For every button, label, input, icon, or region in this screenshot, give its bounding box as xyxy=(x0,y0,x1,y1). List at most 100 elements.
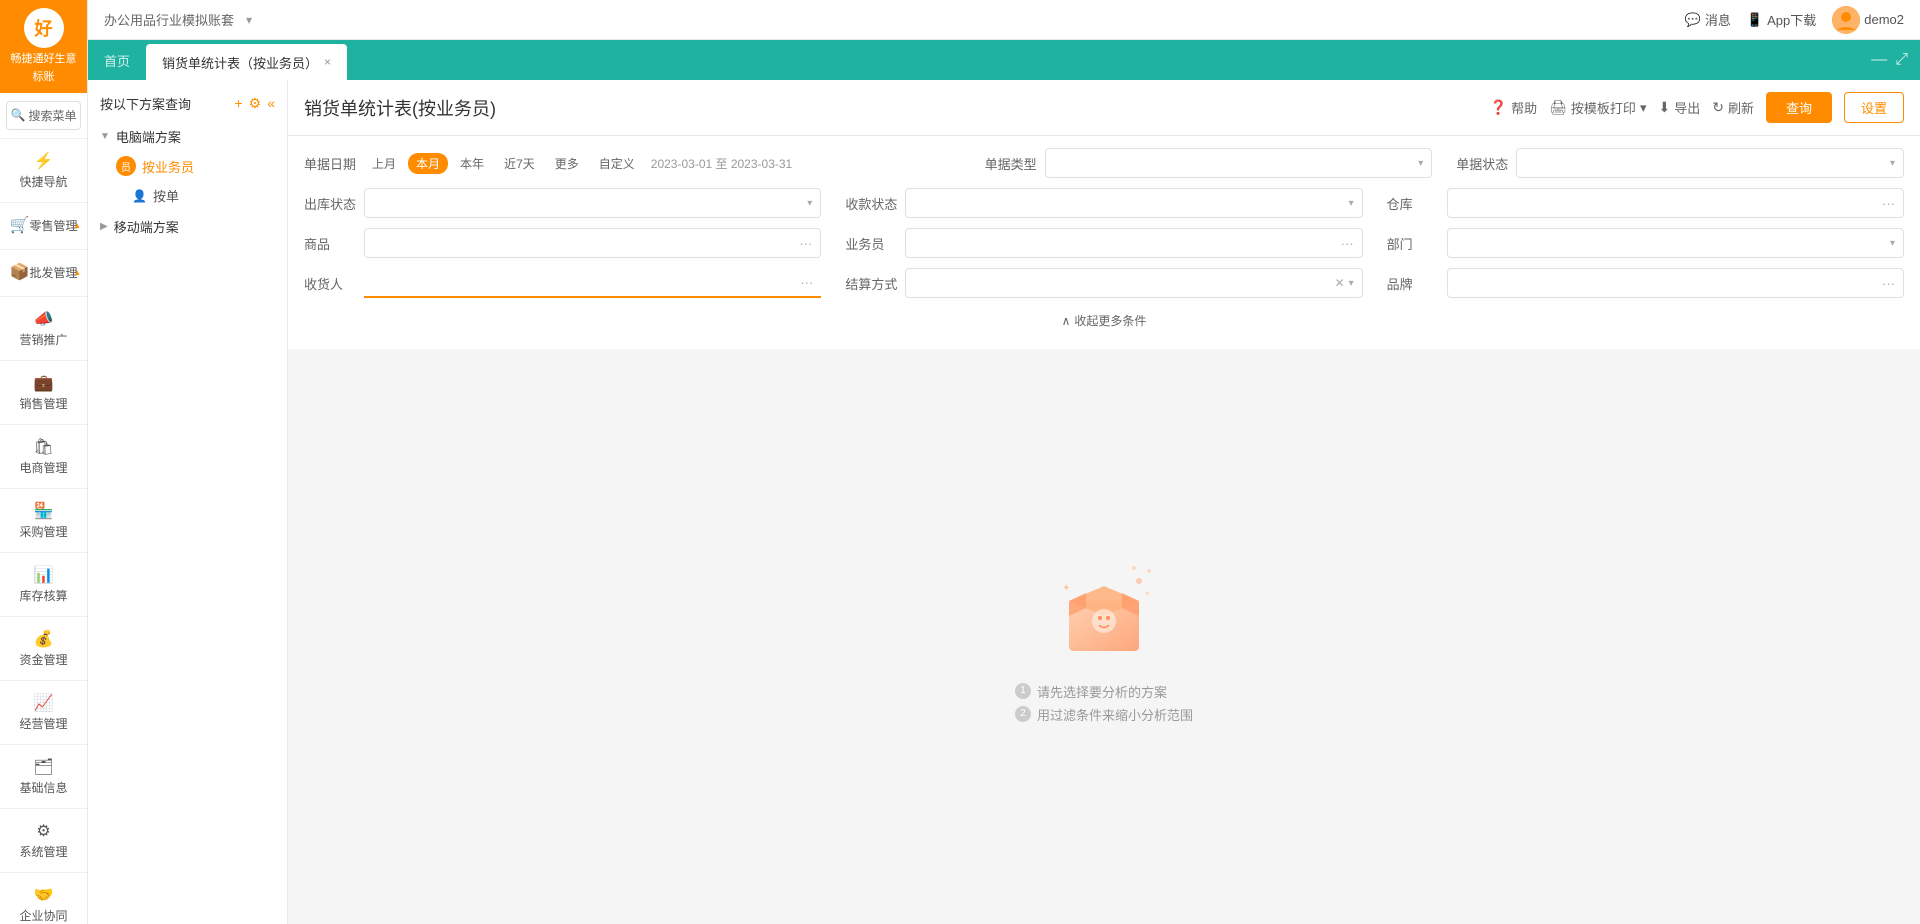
search-menu-button[interactable]: 🔍 按以下方案查询 搜索菜单 xyxy=(6,101,81,130)
date-tab-custom[interactable]: 自定义 xyxy=(591,153,643,174)
doc-status-input[interactable] xyxy=(1525,156,1886,171)
nav-basic: 🗂 基础信息 xyxy=(0,745,87,809)
app-download-button[interactable]: 📱 App下载 xyxy=(1747,10,1816,29)
date-tab-this-month[interactable]: 本月 xyxy=(408,153,448,174)
receiver-more[interactable]: ··· xyxy=(800,275,813,290)
payment-control[interactable]: ✕ ▾ xyxy=(905,268,1362,298)
goods-control[interactable]: ··· xyxy=(364,228,821,258)
scheme-panel-header: 按以下方案查询 + ⚙ « xyxy=(88,88,287,119)
tab-close-button[interactable]: × xyxy=(324,55,331,69)
scheme-group-pc-title[interactable]: ▼ 电脑端方案 xyxy=(88,123,287,150)
collapse-icon: ∧ xyxy=(1062,314,1071,328)
date-tab-this-year[interactable]: 本年 xyxy=(452,153,492,174)
topbar-dropdown-arrow[interactable]: ▾ xyxy=(246,13,252,27)
main-area: 办公用品行业模拟账套 ▾ 💬 消息 📱 App下载 demo2 首页 xyxy=(88,0,1920,924)
dept-control[interactable]: ▾ xyxy=(1447,228,1904,258)
date-tab-7days[interactable]: 近7天 xyxy=(496,153,543,174)
receiver-input[interactable] xyxy=(372,275,796,290)
scheme-item-label-salesperson: 按业务员 xyxy=(142,157,194,176)
pay-status-arrow: ▾ xyxy=(1349,198,1354,209)
nav-inventory: 📊 库存核算 xyxy=(0,553,87,617)
hint-text-2: 用过滤条件来缩小分析范围 xyxy=(1037,705,1193,724)
brand-more[interactable]: ··· xyxy=(1882,276,1895,291)
goods-input[interactable] xyxy=(373,236,795,251)
export-button[interactable]: ⬇ 导出 xyxy=(1658,98,1700,117)
warehouse-control[interactable]: ··· xyxy=(1447,188,1904,218)
salesperson-more[interactable]: ··· xyxy=(1341,236,1354,251)
brand-control[interactable]: ··· xyxy=(1447,268,1904,298)
page-header-actions: ❓ 帮助 🖨 按模板打印 ▾ ⬇ 导出 ↻ xyxy=(1490,92,1904,123)
nav-operation: 📈 经营管理 xyxy=(0,681,87,745)
pay-status-input[interactable] xyxy=(914,196,1344,211)
receiver-control[interactable]: ··· xyxy=(364,268,821,298)
query-button[interactable]: 查询 xyxy=(1766,92,1832,123)
payment-label: 结算方式 xyxy=(845,274,897,293)
scheme-item-by-salesperson[interactable]: 员 按业务员 xyxy=(88,150,287,182)
print-button[interactable]: 🖨 按模板打印 ▾ xyxy=(1549,98,1646,117)
pay-status-control[interactable]: ▾ xyxy=(905,188,1362,218)
dept-label: 部门 xyxy=(1387,234,1439,253)
settings-button[interactable]: 设置 xyxy=(1844,92,1904,123)
user-profile-button[interactable]: demo2 xyxy=(1832,6,1904,34)
warehouse-input[interactable] xyxy=(1456,196,1878,211)
sidebar-item-inventory[interactable]: 📊 库存核算 xyxy=(0,557,87,612)
date-tab-more[interactable]: 更多 xyxy=(547,153,587,174)
collapse-button[interactable]: ∧ 收起更多条件 xyxy=(1062,312,1147,329)
tab-maximize-button[interactable]: ⤢ xyxy=(1895,51,1908,69)
scheme-panel-actions: + ⚙ « xyxy=(234,95,275,112)
sidebar-item-basic[interactable]: 🗂 基础信息 xyxy=(0,749,87,804)
filter-receiver: 收货人 ··· xyxy=(304,268,821,298)
export-icon: ⬇ xyxy=(1658,99,1670,116)
refresh-button[interactable]: ↻ 刷新 xyxy=(1712,98,1754,117)
sidebar-item-enterprise[interactable]: 🤝 企业协同 xyxy=(0,877,87,924)
dept-arrow: ▾ xyxy=(1890,238,1895,249)
sidebar-item-wholesale[interactable]: 📦 批发管理 xyxy=(0,254,87,292)
sidebar-item-marketing[interactable]: 📣 营销推广 xyxy=(0,301,87,356)
help-button[interactable]: ❓ 帮助 xyxy=(1490,98,1537,117)
collapse-label: 收起更多条件 xyxy=(1074,312,1146,329)
enterprise-label: 企业协同 xyxy=(19,907,67,924)
date-tab-last-month[interactable]: 上月 xyxy=(364,153,404,174)
svg-text:✦: ✦ xyxy=(1062,583,1070,594)
operation-label: 经营管理 xyxy=(19,715,67,732)
sidebar-item-purchase[interactable]: 🏪 采购管理 xyxy=(0,493,87,548)
sidebar-item-sales[interactable]: 💼 销售管理 xyxy=(0,365,87,420)
sidebar-item-quick-nav[interactable]: ⚡ 快捷导航 xyxy=(0,143,87,198)
svg-text:✦: ✦ xyxy=(1144,589,1151,598)
sidebar-item-system[interactable]: ⚙ 系统管理 xyxy=(0,813,87,868)
sidebar-item-finance[interactable]: 💰 资金管理 xyxy=(0,621,87,676)
payment-clear-button[interactable]: ✕ xyxy=(1335,276,1345,290)
scheme-item-by-order[interactable]: 👤 按单 xyxy=(88,182,287,209)
warehouse-more[interactable]: ··· xyxy=(1882,196,1895,211)
finance-icon: 💰 xyxy=(34,629,54,649)
sidebar-item-retail[interactable]: 🛒 零售管理 xyxy=(0,207,87,245)
sidebar-item-ecommerce[interactable]: 🛍 电商管理 xyxy=(0,429,87,484)
brand-input[interactable] xyxy=(1456,276,1878,291)
scheme-add-button[interactable]: + xyxy=(234,95,242,112)
scheme-group-mobile-title[interactable]: ▶ 移动端方案 xyxy=(88,213,287,240)
out-status-input[interactable] xyxy=(373,196,803,211)
tab-minimize-button[interactable]: — xyxy=(1871,51,1887,69)
dept-input[interactable] xyxy=(1456,236,1886,251)
tab-sales-stats[interactable]: 销货单统计表（按业务员） × xyxy=(146,44,347,80)
payment-input[interactable] xyxy=(914,276,1330,291)
scheme-collapse-button[interactable]: « xyxy=(267,95,275,112)
print-dropdown-arrow[interactable]: ▾ xyxy=(1640,100,1647,116)
goods-more[interactable]: ··· xyxy=(799,236,812,251)
doc-type-input[interactable] xyxy=(1054,156,1415,171)
doc-status-control[interactable]: ▾ xyxy=(1516,148,1904,178)
sidebar-item-operation[interactable]: 📈 经营管理 xyxy=(0,685,87,740)
message-button[interactable]: 💬 消息 xyxy=(1685,10,1731,29)
doc-type-control[interactable]: ▾ xyxy=(1045,148,1433,178)
out-status-control[interactable]: ▾ xyxy=(364,188,821,218)
nav-purchase: 🏪 采购管理 xyxy=(0,489,87,553)
salesperson-input[interactable] xyxy=(914,236,1336,251)
quick-nav-label: 快捷导航 xyxy=(19,173,67,190)
tab-home[interactable]: 首页 xyxy=(88,40,146,80)
sidebar-logo[interactable]: 好 畅捷通好生意 标账 xyxy=(0,0,87,93)
tab-sales-stats-label: 销货单统计表（按业务员） xyxy=(162,53,318,72)
scheme-settings-button[interactable]: ⚙ xyxy=(249,95,262,112)
salesperson-control[interactable]: ··· xyxy=(905,228,1362,258)
purchase-label: 采购管理 xyxy=(19,523,67,540)
search-icon: 🔍 xyxy=(11,108,26,122)
